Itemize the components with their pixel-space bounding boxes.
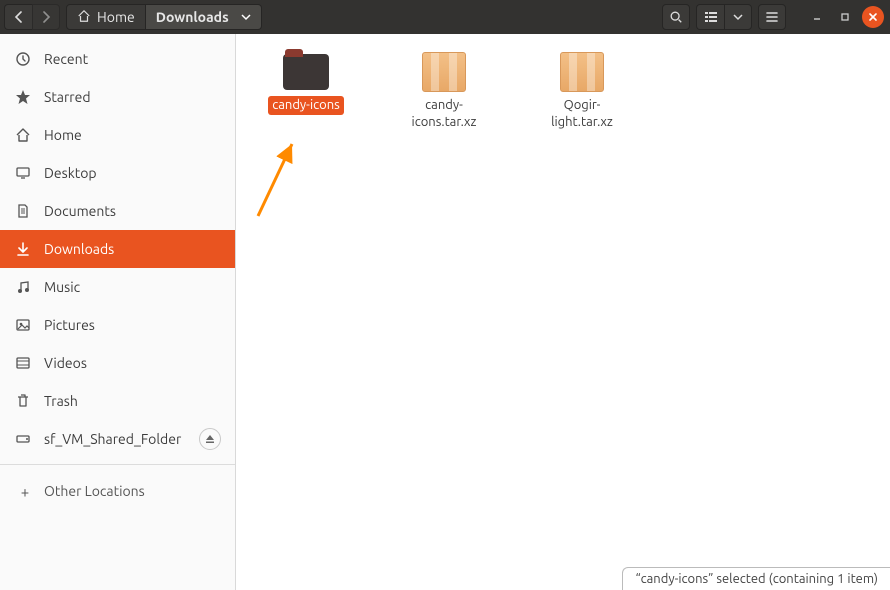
view-options-button[interactable]	[724, 4, 752, 30]
pictures-icon	[14, 317, 32, 333]
chevron-right-icon	[40, 11, 52, 23]
maximize-icon	[840, 12, 850, 22]
back-button[interactable]	[4, 4, 32, 30]
file-item-qogir-light-tar-xz[interactable]: Qogir-light.tar.xz	[536, 52, 628, 132]
headerbar: Home Downloads	[0, 0, 890, 34]
archive-icon	[420, 52, 468, 92]
sidebar-item-desktop[interactable]: Desktop	[0, 154, 235, 192]
crumb-home[interactable]: Home	[66, 4, 146, 30]
home-icon	[77, 9, 91, 26]
view-toggle-button[interactable]	[696, 4, 724, 30]
music-icon	[14, 279, 32, 295]
search-icon	[669, 10, 683, 24]
sidebar-item-label: Trash	[44, 393, 221, 409]
file-pane[interactable]: candy-icons candy-icons.tar.xz Qogir-lig…	[236, 34, 890, 590]
sidebar-item-downloads[interactable]: Downloads	[0, 230, 235, 268]
minimize-icon	[812, 12, 822, 22]
sidebar-item-starred[interactable]: Starred	[0, 78, 235, 116]
sidebar-item-label: Downloads	[44, 241, 221, 257]
sidebar-item-label: Starred	[44, 89, 221, 105]
sidebar-other-locations[interactable]: + Other Locations	[0, 471, 235, 511]
status-text: “candy-icons” selected (containing 1 ite…	[635, 572, 878, 586]
minimize-button[interactable]	[806, 6, 828, 28]
sidebar: Recent Starred Home Desktop Documents	[0, 34, 236, 590]
chevron-left-icon	[13, 11, 25, 23]
nav-group	[4, 4, 60, 30]
crumb-current[interactable]: Downloads	[146, 4, 262, 30]
sidebar-item-label: Videos	[44, 355, 221, 371]
sidebar-item-home[interactable]: Home	[0, 116, 235, 154]
close-icon	[868, 12, 878, 22]
view-group	[696, 4, 752, 30]
home-icon	[14, 127, 32, 143]
clock-icon	[14, 51, 32, 67]
plus-icon: +	[18, 483, 32, 500]
documents-icon	[14, 203, 32, 219]
sidebar-item-recent[interactable]: Recent	[0, 40, 235, 78]
eject-icon	[205, 434, 215, 444]
sidebar-divider	[0, 464, 235, 465]
chevron-down-icon	[733, 12, 743, 22]
other-locations-label: Other Locations	[44, 483, 145, 499]
crumb-home-label: Home	[97, 9, 135, 25]
sidebar-item-videos[interactable]: Videos	[0, 344, 235, 382]
eject-button[interactable]	[199, 428, 221, 450]
list-view-icon	[704, 10, 718, 24]
trash-icon	[14, 393, 32, 409]
maximize-button[interactable]	[834, 6, 856, 28]
sidebar-item-trash[interactable]: Trash	[0, 382, 235, 420]
drive-icon	[14, 431, 32, 447]
sidebar-item-label: Recent	[44, 51, 221, 67]
hamburger-menu-button[interactable]	[758, 4, 786, 30]
forward-button[interactable]	[32, 4, 60, 30]
sidebar-item-label: sf_VM_Shared_Folder	[44, 431, 187, 447]
sidebar-item-label: Music	[44, 279, 221, 295]
downloads-icon	[14, 241, 32, 257]
dropdown-icon	[241, 12, 251, 22]
file-label: candy-icons.tar.xz	[398, 96, 490, 132]
file-item-candy-icons[interactable]: candy-icons	[260, 52, 352, 115]
sidebar-item-sf-vm-shared-folder[interactable]: sf_VM_Shared_Folder	[0, 420, 235, 458]
breadcrumb: Home Downloads	[66, 4, 262, 30]
sidebar-item-label: Pictures	[44, 317, 221, 333]
crumb-current-label: Downloads	[156, 9, 229, 25]
desktop-icon	[14, 165, 32, 181]
sidebar-item-pictures[interactable]: Pictures	[0, 306, 235, 344]
sidebar-item-documents[interactable]: Documents	[0, 192, 235, 230]
folder-icon	[282, 52, 330, 92]
star-icon	[14, 89, 32, 105]
close-button[interactable]	[862, 6, 884, 28]
search-button[interactable]	[662, 4, 690, 30]
sidebar-item-music[interactable]: Music	[0, 268, 235, 306]
file-grid: candy-icons candy-icons.tar.xz Qogir-lig…	[236, 34, 890, 150]
sidebar-item-label: Home	[44, 127, 221, 143]
archive-icon	[558, 52, 606, 92]
status-bar: “candy-icons” selected (containing 1 ite…	[622, 567, 890, 590]
sidebar-item-label: Desktop	[44, 165, 221, 181]
file-label: Qogir-light.tar.xz	[536, 96, 628, 132]
sidebar-item-label: Documents	[44, 203, 221, 219]
file-item-candy-icons-tar-xz[interactable]: candy-icons.tar.xz	[398, 52, 490, 132]
file-label: candy-icons	[268, 96, 344, 115]
videos-icon	[14, 355, 32, 371]
hamburger-icon	[765, 10, 779, 24]
